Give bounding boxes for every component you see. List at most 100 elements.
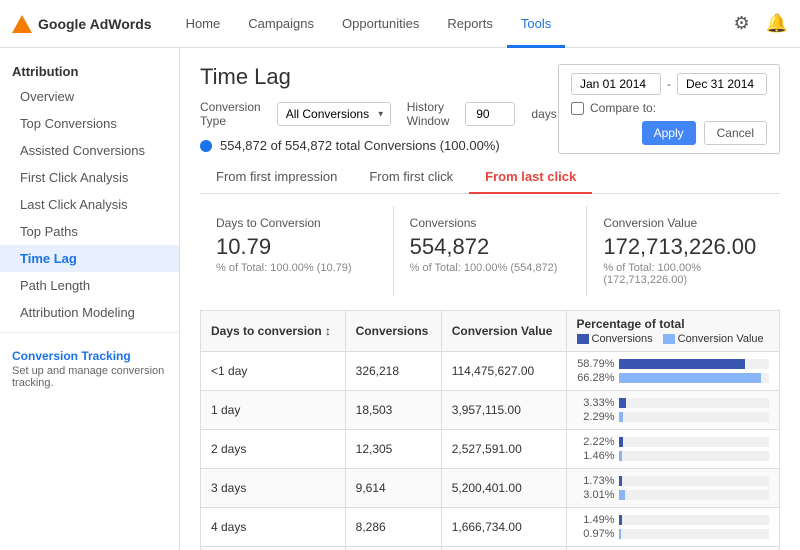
table-cell-percentage: 1.73% 3.01% (566, 469, 780, 508)
table-cell-value: 114,475,627.00 (441, 352, 566, 391)
table-cell-percentage: 58.79% 66.28% (566, 352, 780, 391)
table-cell-day: 5 days (201, 547, 346, 550)
logo-icon (12, 15, 32, 33)
date-buttons: Apply Cancel (571, 121, 767, 145)
metric-value: 172,713,226.00 (603, 234, 764, 260)
conversion-type-select[interactable]: All Conversions (277, 102, 391, 126)
nav-link-reports[interactable]: Reports (433, 0, 507, 48)
summary-row: 554,872 of 554,872 total Conversions (10… (200, 138, 538, 153)
compare-label: Compare to: (590, 101, 656, 115)
nav-link-tools[interactable]: Tools (507, 0, 565, 48)
table-cell-conversions: 18,503 (345, 391, 441, 430)
metric-sub: % of Total: 100.00% (10.79) (216, 262, 377, 274)
conversion-tracking: Conversion Tracking Set up and manage co… (0, 339, 179, 399)
cancel-button[interactable]: Cancel (704, 121, 767, 145)
summary-text: 554,872 of 554,872 total Conversions (10… (220, 138, 500, 153)
sidebar: Attribution OverviewTop ConversionsAssis… (0, 48, 180, 550)
metric-value: 554,872 (410, 234, 571, 260)
table-cell-day: <1 day (201, 352, 346, 391)
sidebar-item-overview[interactable]: Overview (0, 83, 179, 110)
table-cell-conversions: 7,610 (345, 547, 441, 550)
top-nav: Google AdWords HomeCampaignsOpportunitie… (0, 0, 800, 48)
date-range-row: - (571, 73, 767, 95)
logo-text: Google AdWords (38, 16, 152, 32)
metric-box-conversion-value: Conversion Value 172,713,226.00 % of Tot… (587, 206, 780, 296)
compare-checkbox[interactable] (571, 102, 584, 115)
tab-from-last-click[interactable]: From last click (469, 161, 592, 194)
sidebar-item-time-lag[interactable]: Time Lag (0, 245, 179, 272)
data-table: Days to conversion ↕ConversionsConversio… (200, 310, 780, 550)
conversion-type-label: Conversion Type (200, 100, 261, 128)
table-row: 2 days12,3052,527,591.00 2.22% 1.46% (201, 430, 780, 469)
sidebar-item-attribution-modeling[interactable]: Attribution Modeling (0, 299, 179, 326)
table-header-1: Conversions (345, 311, 441, 352)
sidebar-item-top-conversions[interactable]: Top Conversions (0, 110, 179, 137)
table-cell-percentage: 3.33% 2.29% (566, 391, 780, 430)
table-cell-conversions: 12,305 (345, 430, 441, 469)
compare-row: Compare to: (571, 101, 767, 115)
tab-from-first-impression[interactable]: From first impression (200, 161, 353, 194)
summary-dot (200, 140, 212, 152)
metric-box-conversions: Conversions 554,872 % of Total: 100.00% … (394, 206, 588, 296)
table-cell-conversions: 9,614 (345, 469, 441, 508)
table-cell-value: 2,527,591.00 (441, 430, 566, 469)
metric-value: 10.79 (216, 234, 377, 260)
history-window-label: History Window (407, 100, 450, 128)
date-end-input[interactable] (677, 73, 767, 95)
table-row: 3 days9,6145,200,401.00 1.73% 3.01% (201, 469, 780, 508)
tab-from-first-click[interactable]: From first click (353, 161, 469, 194)
notifications-icon[interactable]: 🔔 (766, 13, 788, 34)
nav-icons: ⚙ 🔔 (733, 13, 788, 34)
table-cell-day: 2 days (201, 430, 346, 469)
sidebar-item-first-click-analysis[interactable]: First Click Analysis (0, 164, 179, 191)
apply-button[interactable]: Apply (642, 121, 696, 145)
metric-box-days-to-conversion: Days to Conversion 10.79 % of Total: 100… (200, 206, 394, 296)
metric-label: Conversions (410, 216, 571, 230)
table-cell-percentage: 2.22% 1.46% (566, 430, 780, 469)
sidebar-item-assisted-conversions[interactable]: Assisted Conversions (0, 137, 179, 164)
nav-links: HomeCampaignsOpportunitiesReportsTools (172, 0, 734, 48)
conversion-type-select-wrapper: All Conversions (277, 102, 391, 126)
sidebar-item-last-click-analysis[interactable]: Last Click Analysis (0, 191, 179, 218)
date-start-input[interactable] (571, 73, 661, 95)
table-cell-value: 1,399,509.00 (441, 547, 566, 550)
metric-label: Conversion Value (603, 216, 764, 230)
metrics-row: Days to Conversion 10.79 % of Total: 100… (200, 206, 780, 296)
metric-sub: % of Total: 100.00% (172,713,226.00) (603, 262, 764, 286)
table-cell-value: 1,666,734.00 (441, 508, 566, 547)
nav-link-campaigns[interactable]: Campaigns (234, 0, 328, 48)
table-header-3: Percentage of totalConversionsConversion… (566, 311, 780, 352)
content-area: - Compare to: Apply Cancel Time Lag Conv… (180, 48, 800, 550)
sidebar-item-path-length[interactable]: Path Length (0, 272, 179, 299)
settings-icon[interactable]: ⚙ (733, 13, 749, 34)
table-cell-conversions: 8,286 (345, 508, 441, 547)
sidebar-item-top-paths[interactable]: Top Paths (0, 218, 179, 245)
nav-link-home[interactable]: Home (172, 0, 235, 48)
table-row: 4 days8,2861,666,734.00 1.49% 0.97% (201, 508, 780, 547)
table-row: 1 day18,5033,957,115.00 3.33% 2.29% (201, 391, 780, 430)
nav-link-opportunities[interactable]: Opportunities (328, 0, 433, 48)
table-cell-conversions: 326,218 (345, 352, 441, 391)
table-cell-day: 4 days (201, 508, 346, 547)
table-cell-value: 3,957,115.00 (441, 391, 566, 430)
table-row: 5 days7,6101,399,509.00 1.37% 0.81% (201, 547, 780, 550)
table-row: <1 day326,218114,475,627.00 58.79% 66.28… (201, 352, 780, 391)
table-cell-day: 1 day (201, 391, 346, 430)
logo: Google AdWords (12, 15, 152, 33)
history-window-input[interactable] (465, 102, 515, 126)
sidebar-section-title: Attribution (0, 56, 179, 83)
main-layout: Attribution OverviewTop ConversionsAssis… (0, 48, 800, 550)
table-cell-percentage: 1.49% 0.97% (566, 508, 780, 547)
filters-row: Conversion Type All Conversions History … (200, 100, 538, 128)
sidebar-divider (0, 332, 179, 333)
date-range-section: - Compare to: Apply Cancel (558, 64, 780, 154)
table-cell-value: 5,200,401.00 (441, 469, 566, 508)
table-header-0[interactable]: Days to conversion ↕ (201, 311, 346, 352)
table-header-2: Conversion Value (441, 311, 566, 352)
table-cell-percentage: 1.37% 0.81% (566, 547, 780, 550)
conversion-tracking-title[interactable]: Conversion Tracking (12, 349, 167, 363)
tabs-row: From first impressionFrom first clickFro… (200, 161, 780, 194)
date-dash: - (667, 77, 671, 91)
table-cell-day: 3 days (201, 469, 346, 508)
metric-label: Days to Conversion (216, 216, 377, 230)
